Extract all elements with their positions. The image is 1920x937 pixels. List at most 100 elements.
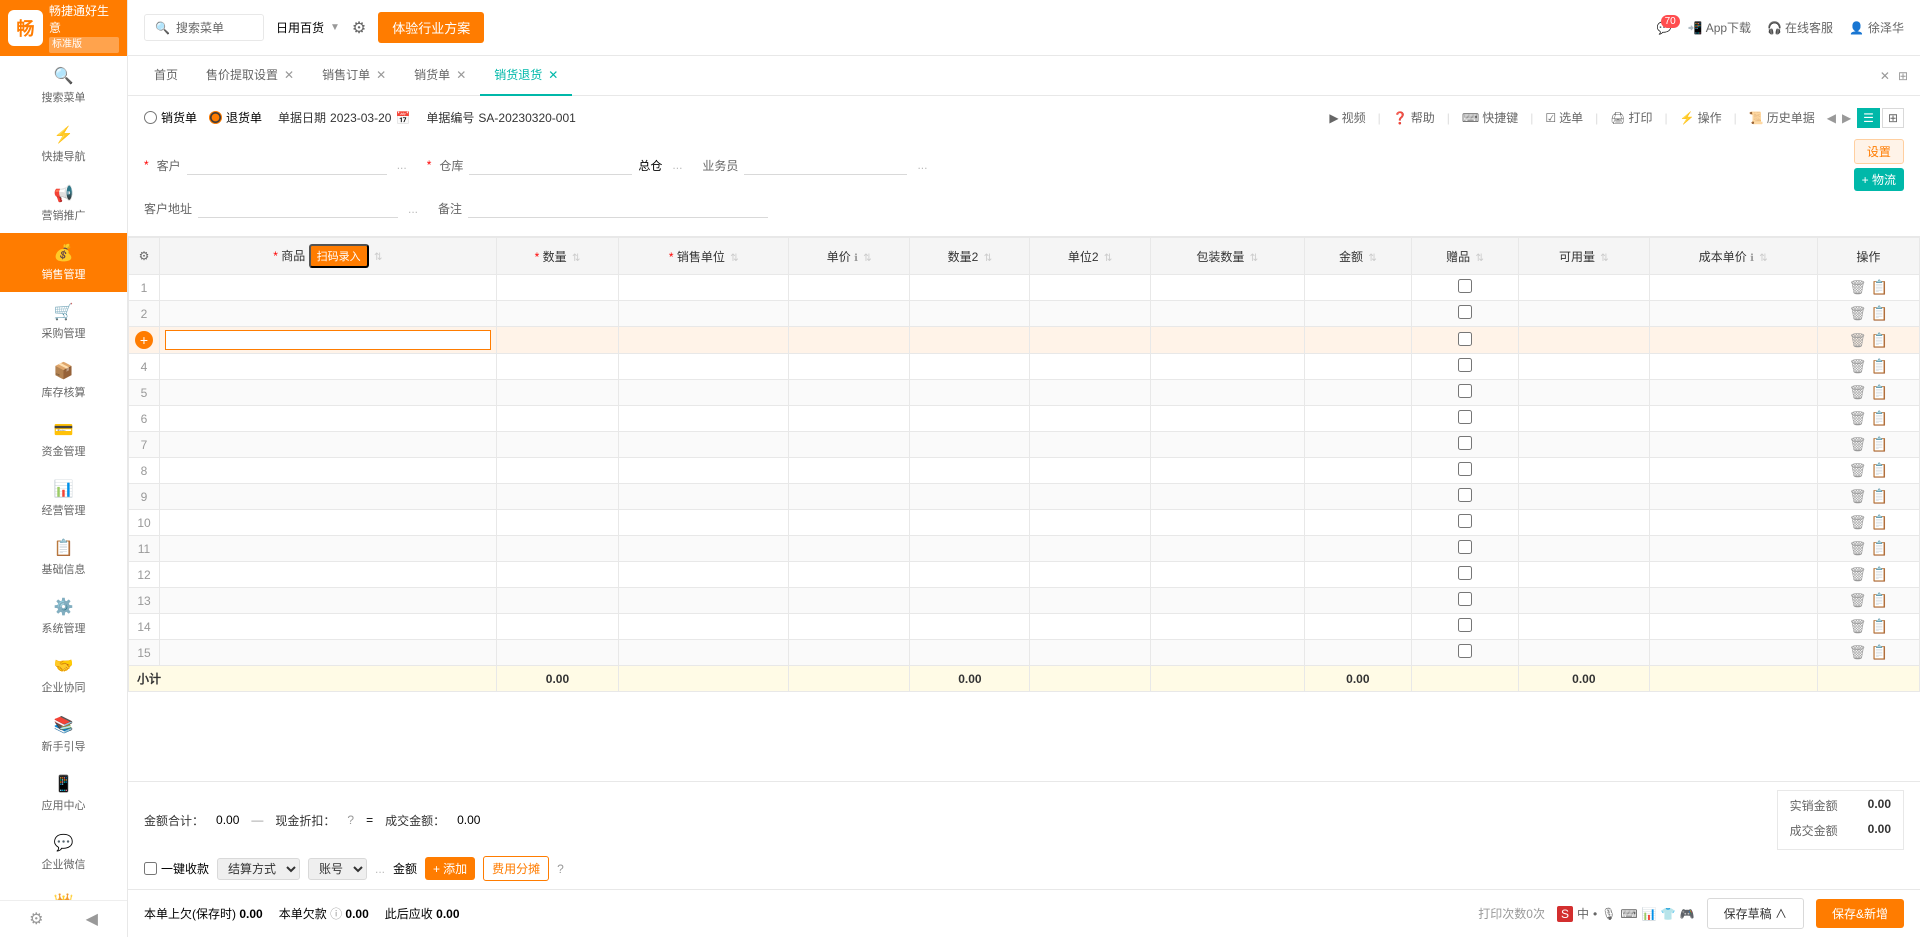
row-available[interactable]: [1519, 510, 1650, 536]
gift-checkbox[interactable]: [1458, 592, 1472, 606]
row-sales-unit[interactable]: [619, 484, 789, 510]
row-quantity2[interactable]: [910, 562, 1030, 588]
row-unit-price[interactable]: [789, 562, 910, 588]
sunit-sort-icon[interactable]: ⇅: [730, 253, 738, 264]
per-due-circle[interactable]: ⓘ: [330, 907, 342, 921]
gift-checkbox[interactable]: [1458, 618, 1472, 632]
gift-checkbox[interactable]: [1458, 462, 1472, 476]
tab-sales-delivery[interactable]: 销货单 ✕: [400, 56, 480, 96]
add-logistics-btn[interactable]: + 物流: [1854, 168, 1904, 191]
copy-row-icon[interactable]: 📋: [1871, 462, 1888, 479]
row-product[interactable]: [160, 432, 497, 458]
row-quantity2[interactable]: [910, 301, 1030, 327]
delete-row-icon[interactable]: 🗑: [1849, 410, 1867, 427]
history-next-icon[interactable]: ▶: [1842, 111, 1851, 125]
radio-sale-item[interactable]: 销货单: [144, 109, 197, 126]
delete-active-row-icon[interactable]: 🗑: [1849, 332, 1867, 349]
sidebar-item-finance[interactable]: 💳 资金管理: [0, 410, 127, 469]
row-product[interactable]: [160, 301, 497, 327]
row-quantity2[interactable]: [910, 614, 1030, 640]
product-sort-icon[interactable]: ⇅: [374, 252, 382, 263]
row-quantity-active[interactable]: [496, 327, 619, 354]
warehouse-dots[interactable]: ...: [672, 158, 682, 172]
sidebar-item-operations[interactable]: 📊 经营管理: [0, 469, 127, 528]
address-dots[interactable]: ...: [408, 202, 418, 216]
history-btn[interactable]: 📜 历史单据: [1743, 106, 1821, 129]
gift-checkbox[interactable]: [1458, 514, 1472, 528]
setting-btn[interactable]: 设置: [1854, 139, 1904, 164]
row-cost-price[interactable]: [1649, 432, 1817, 458]
sidebar-item-search[interactable]: 🔍 搜索菜单: [0, 56, 127, 115]
salesperson-input[interactable]: [744, 156, 907, 175]
gift-checkbox[interactable]: [1458, 358, 1472, 372]
copy-row-icon[interactable]: 📋: [1871, 566, 1888, 583]
row-quantity[interactable]: [496, 640, 619, 666]
row-unit2[interactable]: [1030, 536, 1150, 562]
sidebar-item-wechat[interactable]: 💬 企业微信: [0, 823, 127, 882]
amount-sort-icon[interactable]: ⇅: [1368, 253, 1376, 264]
row-amount[interactable]: [1304, 562, 1411, 588]
salesperson-dots[interactable]: ...: [917, 158, 927, 172]
row-product[interactable]: [160, 484, 497, 510]
row-unit-price[interactable]: [789, 640, 910, 666]
row-sales-unit[interactable]: [619, 640, 789, 666]
unit2-sort-icon[interactable]: ⇅: [1104, 253, 1112, 264]
row-pkg-qty[interactable]: [1150, 301, 1304, 327]
row-cost-price-active[interactable]: [1649, 327, 1817, 354]
row-sales-unit[interactable]: [619, 406, 789, 432]
row-unit2[interactable]: [1030, 301, 1150, 327]
sidebar-item-shortcut[interactable]: ⚡ 快捷导航: [0, 115, 127, 174]
gift-checkbox[interactable]: [1458, 488, 1472, 502]
row-pkg-qty[interactable]: [1150, 354, 1304, 380]
row-available-active[interactable]: [1519, 327, 1650, 354]
row-pkg-qty[interactable]: [1150, 380, 1304, 406]
row-cost-price[interactable]: [1649, 510, 1817, 536]
row-product[interactable]: [160, 275, 497, 301]
calendar-icon[interactable]: 📅: [395, 111, 410, 125]
price-sort-icon[interactable]: ⇅: [863, 253, 871, 264]
row-quantity2[interactable]: [910, 380, 1030, 406]
row-cost-price[interactable]: [1649, 354, 1817, 380]
row-available[interactable]: [1519, 406, 1650, 432]
row-quantity2[interactable]: [910, 458, 1030, 484]
operate-btn[interactable]: ⚡ 操作: [1674, 106, 1728, 129]
row-cost-price[interactable]: [1649, 640, 1817, 666]
row-unit-price[interactable]: [789, 484, 910, 510]
tab-expand-icon[interactable]: ⊞: [1898, 69, 1908, 83]
input-icon-4[interactable]: ⌨: [1620, 907, 1637, 921]
shortcut-btn[interactable]: ⌨ 快捷键: [1456, 106, 1524, 129]
tab-sales-order[interactable]: 销售订单 ✕: [308, 56, 400, 96]
delete-row-icon[interactable]: 🗑: [1849, 592, 1867, 609]
row-sales-unit[interactable]: [619, 614, 789, 640]
dots-account[interactable]: ...: [375, 862, 385, 876]
input-icon-2[interactable]: •: [1593, 907, 1597, 921]
copy-row-icon[interactable]: 📋: [1871, 436, 1888, 453]
pkg-sort-icon[interactable]: ⇅: [1250, 253, 1258, 264]
delete-row-icon[interactable]: 🗑: [1849, 644, 1867, 661]
history-prev-icon[interactable]: ◀: [1827, 111, 1836, 125]
row-pkg-qty[interactable]: [1150, 510, 1304, 536]
row-amount[interactable]: [1304, 432, 1411, 458]
delete-row-icon[interactable]: 🗑: [1849, 618, 1867, 635]
copy-row-icon[interactable]: 📋: [1871, 358, 1888, 375]
row-unit-price[interactable]: [789, 614, 910, 640]
row-unit2[interactable]: [1030, 614, 1150, 640]
row-quantity2[interactable]: [910, 406, 1030, 432]
row-product-active[interactable]: [160, 327, 497, 354]
row-pkg-qty[interactable]: [1150, 275, 1304, 301]
avail-sort-icon[interactable]: ⇅: [1600, 253, 1608, 264]
select-btn[interactable]: ☑ 选单: [1539, 106, 1589, 129]
qty2-sort-icon[interactable]: ⇅: [984, 253, 992, 264]
row-pkg-qty[interactable]: [1150, 458, 1304, 484]
experience-btn[interactable]: 体验行业方案: [378, 12, 484, 43]
row-unit2[interactable]: [1030, 510, 1150, 536]
tab-home[interactable]: 首页: [140, 56, 192, 96]
row-unit-price-active[interactable]: [789, 327, 910, 354]
gift-checkbox[interactable]: [1458, 566, 1472, 580]
cost-sort-icon[interactable]: ⇅: [1759, 253, 1767, 264]
delete-row-icon[interactable]: 🗑: [1849, 462, 1867, 479]
row-cost-price[interactable]: [1649, 536, 1817, 562]
radio-return[interactable]: [209, 111, 222, 124]
video-btn[interactable]: ▶ 视频: [1323, 106, 1371, 129]
tab-price-setting[interactable]: 售价提取设置 ✕: [192, 56, 308, 96]
